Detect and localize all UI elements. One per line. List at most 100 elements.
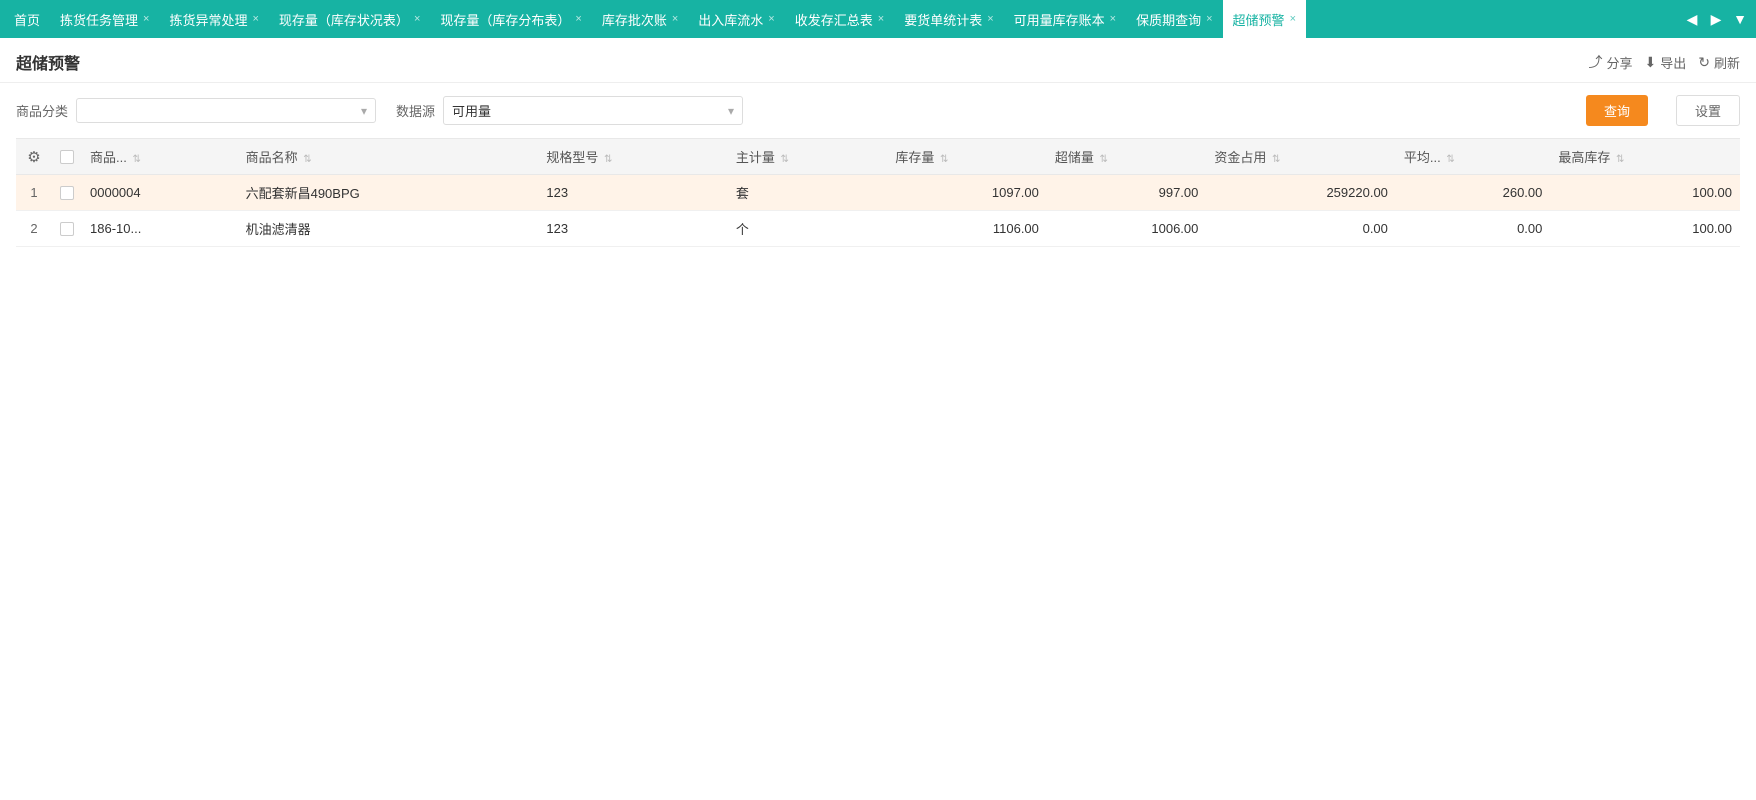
query-button[interactable]: 查询	[1586, 95, 1648, 126]
nav-item-label-3: 现存量（库存状况表）	[279, 10, 409, 29]
sort-icon-overstock: ⇅	[1100, 154, 1108, 165]
export-icon: ⬇	[1645, 54, 1657, 71]
row-num-0: 1	[16, 175, 52, 211]
cell-0-col6: 997.00	[1047, 175, 1206, 211]
nav-item-close-7[interactable]: ×	[878, 13, 884, 25]
category-select[interactable]: ▾	[76, 98, 376, 123]
page-header: 超储预警 ⤴ 分享 ⬇ 导出 ↻ 刷新	[0, 38, 1756, 83]
main-table: ⚙ 商品... ⇅ 商品名称 ⇅ 规格型号 ⇅ 主计量 ⇅ 库存量 ⇅ 超储量 …	[16, 138, 1740, 247]
cell-1-col1: 186-10...	[82, 211, 238, 247]
nav-item-5[interactable]: 库存批次账 ×	[592, 0, 688, 38]
nav-item-label-0: 首页	[14, 10, 40, 29]
nav-bar: 首页拣货任务管理×拣货异常处理×现存量（库存状况表）×现存量（库存分布表）×库存…	[0, 0, 1756, 38]
filter-item-category: 商品分类 ▾	[16, 98, 376, 123]
category-select-text	[85, 103, 89, 118]
cell-0-col4: 套	[728, 175, 887, 211]
nav-item-close-2[interactable]: ×	[252, 13, 258, 25]
page-container: 超储预警 ⤴ 分享 ⬇ 导出 ↻ 刷新 商品分类 ▾ 数据源	[0, 38, 1756, 800]
refresh-icon: ↻	[1698, 54, 1710, 71]
nav-item-9[interactable]: 可用量库存账本 ×	[1004, 0, 1126, 38]
nav-item-4[interactable]: 现存量（库存分布表）×	[430, 0, 591, 38]
cell-0-col3: 123	[538, 175, 728, 211]
th-maxstock[interactable]: 最高库存 ⇅	[1550, 139, 1740, 175]
nav-item-close-9[interactable]: ×	[1110, 13, 1116, 25]
nav-item-close-1[interactable]: ×	[143, 13, 149, 25]
cell-1-col4: 个	[728, 211, 887, 247]
th-gear[interactable]: ⚙	[16, 139, 52, 175]
row-checkbox-1[interactable]	[60, 222, 74, 236]
nav-item-close-10[interactable]: ×	[1206, 13, 1212, 25]
nav-more-arrow[interactable]: ▼	[1728, 0, 1752, 38]
nav-item-2[interactable]: 拣货异常处理 ×	[159, 0, 268, 38]
row-checkbox-cell-0	[52, 175, 82, 211]
nav-item-0[interactable]: 首页	[4, 0, 50, 38]
sort-icon-spec: ⇅	[604, 154, 612, 165]
datasource-dropdown-icon: ▾	[728, 104, 734, 118]
nav-item-1[interactable]: 拣货任务管理 ×	[50, 0, 159, 38]
cell-1-col8: 0.00	[1396, 211, 1550, 247]
row-checkbox-0[interactable]	[60, 186, 74, 200]
th-spec[interactable]: 规格型号 ⇅	[538, 139, 728, 175]
share-button[interactable]: ⤴ 分享	[1588, 52, 1632, 72]
th-product-name[interactable]: 商品名称 ⇅	[238, 139, 539, 175]
cell-0-col8: 260.00	[1396, 175, 1550, 211]
row-checkbox-cell-1	[52, 211, 82, 247]
nav-prev-arrow[interactable]: ◀	[1680, 0, 1704, 38]
th-unit[interactable]: 主计量 ⇅	[728, 139, 887, 175]
nav-item-label-8: 要货单统计表	[904, 10, 982, 29]
filter-label-datasource: 数据源	[396, 101, 435, 120]
th-checkbox[interactable]	[52, 139, 82, 175]
nav-item-close-11[interactable]: ×	[1290, 13, 1296, 25]
nav-item-10[interactable]: 保质期查询 ×	[1126, 0, 1222, 38]
settings-button[interactable]: 设置	[1676, 95, 1740, 126]
cell-1-col3: 123	[538, 211, 728, 247]
nav-item-close-4[interactable]: ×	[575, 13, 581, 25]
nav-item-6[interactable]: 出入库流水×	[688, 0, 784, 38]
th-product-code[interactable]: 商品... ⇅	[82, 139, 238, 175]
table-row: 2186-10...机油滤清器123个1106.001006.000.000.0…	[16, 211, 1740, 247]
th-capital[interactable]: 资金占用 ⇅	[1206, 139, 1396, 175]
nav-item-close-5[interactable]: ×	[672, 13, 678, 25]
nav-item-11[interactable]: 超储预警×	[1223, 0, 1306, 38]
export-label: 导出	[1660, 53, 1686, 72]
th-stock[interactable]: 库存量 ⇅	[887, 139, 1046, 175]
nav-item-label-1: 拣货任务管理	[60, 10, 138, 29]
cell-1-col9: 100.00	[1550, 211, 1740, 247]
nav-item-close-6[interactable]: ×	[768, 13, 774, 25]
cell-0-col7: 259220.00	[1206, 175, 1396, 211]
refresh-button[interactable]: ↻ 刷新	[1698, 53, 1740, 72]
datasource-select[interactable]: 可用量 ▾	[443, 96, 743, 125]
refresh-label: 刷新	[1714, 53, 1740, 72]
cell-1-col7: 0.00	[1206, 211, 1396, 247]
share-icon: ⤴	[1588, 52, 1602, 72]
sort-icon-name: ⇅	[303, 154, 311, 165]
table-header-row: ⚙ 商品... ⇅ 商品名称 ⇅ 规格型号 ⇅ 主计量 ⇅ 库存量 ⇅ 超储量 …	[16, 139, 1740, 175]
th-avg[interactable]: 平均... ⇅	[1396, 139, 1550, 175]
nav-item-label-9: 可用量库存账本	[1014, 10, 1105, 29]
nav-item-7[interactable]: 收发存汇总表×	[785, 0, 894, 38]
sort-icon-unit: ⇅	[781, 154, 789, 165]
cell-0-col2: 六配套新昌490BPG	[238, 175, 539, 211]
nav-item-label-5: 库存批次账	[602, 10, 667, 29]
export-button[interactable]: ⬇ 导出	[1645, 53, 1687, 72]
share-label: 分享	[1606, 53, 1632, 72]
header-actions: ⤴ 分享 ⬇ 导出 ↻ 刷新	[1588, 52, 1740, 72]
cell-0-col1: 0000004	[82, 175, 238, 211]
nav-item-8[interactable]: 要货单统计表 ×	[894, 0, 1003, 38]
page-title: 超储预警	[16, 50, 80, 74]
filter-area: 商品分类 ▾ 数据源 可用量 ▾ 查询 设置	[0, 83, 1756, 138]
gear-icon[interactable]: ⚙	[27, 149, 40, 166]
datasource-select-text: 可用量	[452, 101, 491, 120]
nav-item-3[interactable]: 现存量（库存状况表） ×	[269, 0, 430, 38]
filter-label-category: 商品分类	[16, 101, 68, 120]
nav-item-close-3[interactable]: ×	[414, 13, 420, 25]
select-all-checkbox[interactable]	[60, 150, 74, 164]
sort-icon-avg: ⇅	[1446, 154, 1454, 165]
category-dropdown-icon: ▾	[361, 104, 367, 118]
nav-item-label-2: 拣货异常处理	[169, 10, 247, 29]
nav-next-arrow[interactable]: ▶	[1704, 0, 1728, 38]
nav-item-close-8[interactable]: ×	[987, 13, 993, 25]
nav-item-label-10: 保质期查询	[1136, 10, 1201, 29]
cell-0-col5: 1097.00	[887, 175, 1046, 211]
th-overstock[interactable]: 超储量 ⇅	[1047, 139, 1206, 175]
